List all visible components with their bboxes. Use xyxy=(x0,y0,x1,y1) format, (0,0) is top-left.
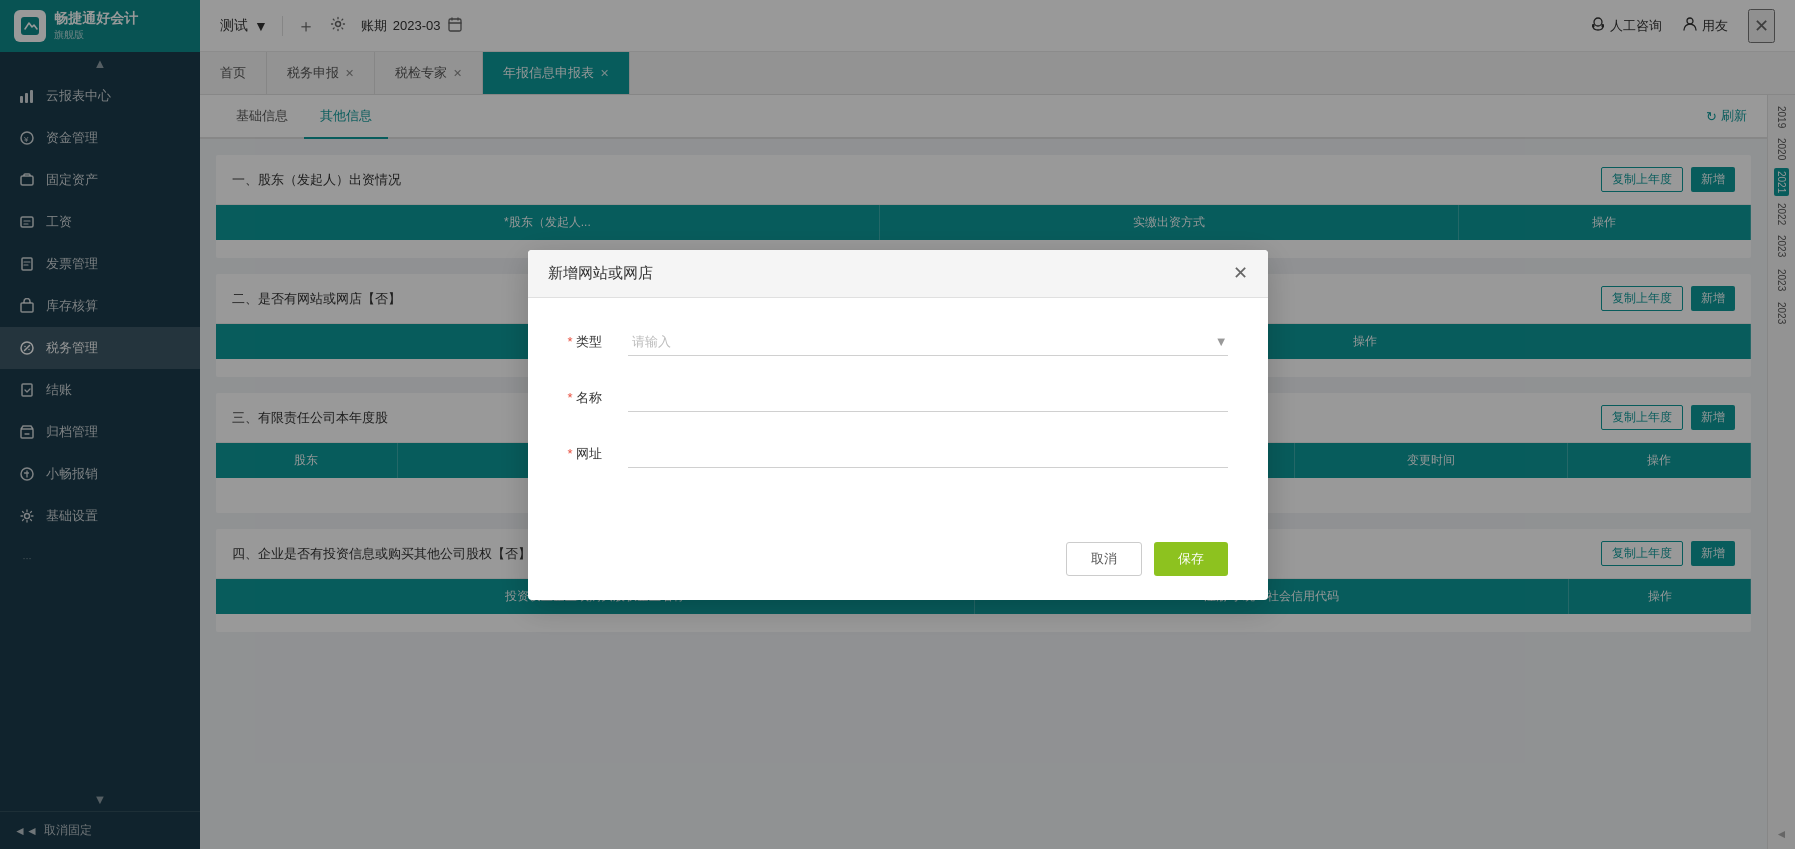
label-type-text: 类型 xyxy=(576,334,602,349)
form-label-name: * 名称 xyxy=(568,389,628,407)
form-row-url: * 网址 xyxy=(568,440,1228,468)
form-label-url: * 网址 xyxy=(568,445,628,463)
required-star-type: * xyxy=(568,334,573,349)
name-input-wrapper xyxy=(628,384,1228,412)
modal-overlay[interactable]: 新增网站或网店 ✕ * 类型 ▼ * 名称 xyxy=(0,0,1795,849)
modal-add-website: 新增网站或网店 ✕ * 类型 ▼ * 名称 xyxy=(528,250,1268,600)
modal-footer: 取消 保存 xyxy=(528,526,1268,600)
save-button[interactable]: 保存 xyxy=(1154,542,1228,576)
modal-header: 新增网站或网店 ✕ xyxy=(528,250,1268,298)
label-name-text: 名称 xyxy=(576,390,602,405)
url-input-wrapper xyxy=(628,440,1228,468)
modal-title: 新增网站或网店 xyxy=(548,264,653,283)
modal-close-button[interactable]: ✕ xyxy=(1233,264,1248,282)
type-input[interactable] xyxy=(628,328,1215,355)
form-label-type: * 类型 xyxy=(568,333,628,351)
form-row-name: * 名称 xyxy=(568,384,1228,412)
label-url-text: 网址 xyxy=(576,446,602,461)
modal-body: * 类型 ▼ * 名称 * xyxy=(528,298,1268,526)
cancel-button[interactable]: 取消 xyxy=(1066,542,1142,576)
url-input[interactable] xyxy=(628,440,1228,467)
type-input-wrapper: ▼ xyxy=(628,328,1228,356)
name-input[interactable] xyxy=(628,384,1228,411)
form-row-type: * 类型 ▼ xyxy=(568,328,1228,356)
required-star-url: * xyxy=(568,446,573,461)
type-dropdown-icon[interactable]: ▼ xyxy=(1215,334,1228,349)
required-star-name: * xyxy=(568,390,573,405)
